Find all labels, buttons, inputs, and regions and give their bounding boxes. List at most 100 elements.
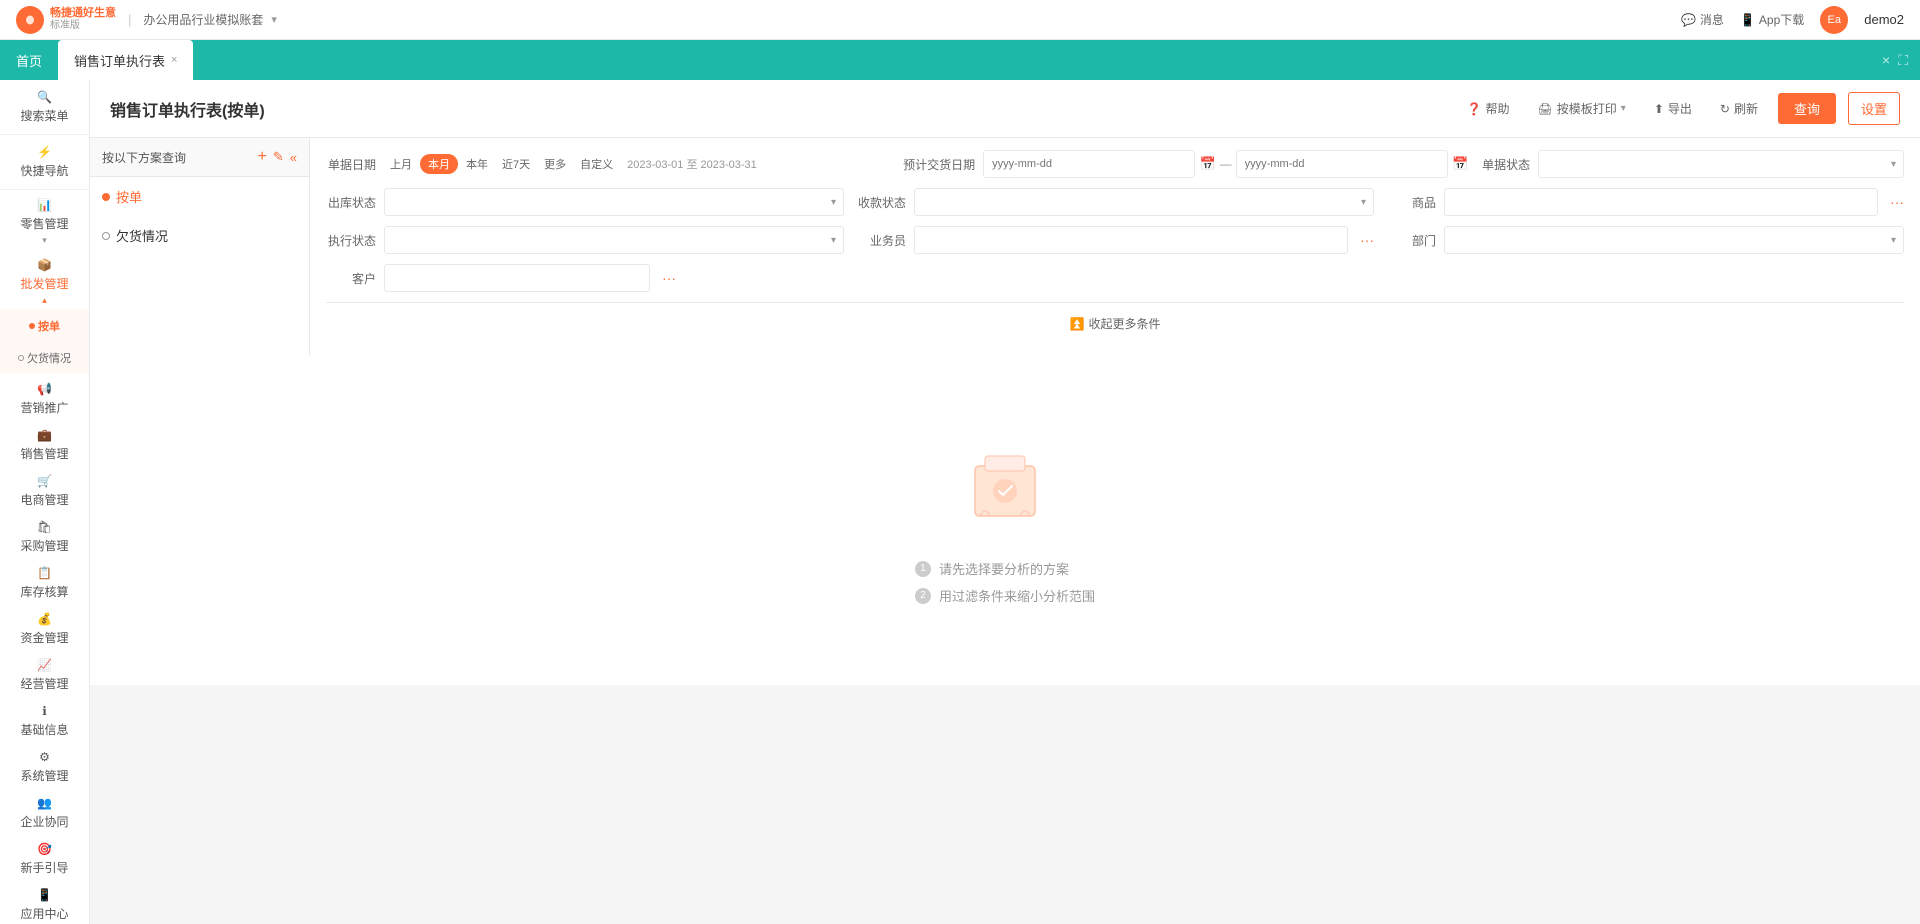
- date-range-separator: —: [1220, 157, 1232, 171]
- retail-icon: 📊: [37, 198, 52, 212]
- logo-icon: [16, 6, 44, 34]
- expected-date-range: 📅 — 📅: [983, 150, 1468, 178]
- collapse-left-button[interactable]: «: [290, 150, 297, 165]
- collapse-more-button[interactable]: ⏫ 收起更多条件: [1058, 311, 1173, 336]
- sidebar-item-wholesale[interactable]: 📦 批发管理 ▴: [0, 250, 89, 310]
- filter-collection-status-field: 收款状态: [856, 188, 1374, 216]
- empty-hint-2: 2 用过滤条件来缩小分析范围: [915, 586, 1095, 605]
- filter-salesperson-field: 业务员 ···: [856, 226, 1374, 254]
- exec-status-wrapper: [384, 226, 844, 254]
- retail-expand-icon: ▾: [42, 235, 47, 246]
- date-range: 上月 本月 本年 近7天 更多 自定义 2023-03-01 至 2023-03…: [384, 154, 891, 174]
- filter-scheme-byorder[interactable]: 按单: [90, 177, 309, 216]
- status-label: 单据状态: [1480, 156, 1530, 173]
- delivery-status-select[interactable]: [384, 188, 844, 216]
- exec-status-select[interactable]: [384, 226, 844, 254]
- help-button[interactable]: ❓ 帮助: [1459, 96, 1518, 121]
- app-download-action[interactable]: 📱 App下载: [1740, 11, 1804, 28]
- nav-tab-actions: × ⛶: [1870, 52, 1920, 69]
- message-icon: 💬: [1681, 13, 1696, 27]
- sidebar-item-system[interactable]: ⚙ 系统管理: [0, 742, 89, 788]
- appcenter-icon: 📱: [37, 888, 52, 902]
- filter-row-2: 出库状态 收款状态: [326, 188, 1904, 216]
- empty-hint-1: 1 请先选择要分析的方案: [915, 559, 1095, 578]
- date-tab-this-year[interactable]: 本年: [460, 154, 494, 174]
- guide-icon: 🎯: [37, 842, 52, 856]
- date-tab-more[interactable]: 更多: [538, 154, 572, 174]
- goods-more-button[interactable]: ···: [1890, 194, 1904, 210]
- industry-breadcrumb[interactable]: 办公用品行业模拟账套: [143, 11, 263, 28]
- date-tab-this-month[interactable]: 本月: [420, 154, 458, 174]
- message-action[interactable]: 💬 消息: [1681, 11, 1724, 28]
- sidebar-item-sales[interactable]: 💼 销售管理: [0, 420, 89, 466]
- filter-scheme-shortage[interactable]: 欠货情况: [90, 216, 309, 255]
- expected-date-start[interactable]: [983, 150, 1195, 178]
- sidebar-quick-nav[interactable]: ⚡ 快捷导航: [0, 135, 89, 190]
- salesperson-more-button[interactable]: ···: [1360, 232, 1374, 248]
- empty-state: 1 请先选择要分析的方案 2 用过滤条件来缩小分析范围: [90, 356, 1920, 685]
- maximize-icon[interactable]: ⛶: [1898, 52, 1908, 69]
- filter-left-icons: + ✎ «: [258, 148, 297, 166]
- breadcrumb-separator: |: [128, 12, 131, 27]
- username[interactable]: demo2: [1864, 12, 1904, 27]
- department-select[interactable]: [1444, 226, 1904, 254]
- sidebar-item-guide[interactable]: 🎯 新手引导: [0, 834, 89, 880]
- sidebar-sub-by-order[interactable]: 按单: [0, 310, 89, 342]
- customer-more-button[interactable]: ···: [662, 270, 676, 286]
- salesperson-label: 业务员: [856, 232, 906, 249]
- date-range-display: 2023-03-01 至 2023-03-31: [627, 156, 757, 172]
- sidebar-item-retail[interactable]: 📊 零售管理 ▾: [0, 190, 89, 250]
- avatar[interactable]: Ea: [1820, 6, 1848, 34]
- salesperson-input[interactable]: [914, 226, 1348, 254]
- department-wrapper: [1444, 226, 1904, 254]
- refresh-icon: ↻: [1720, 102, 1730, 116]
- sidebar-search[interactable]: 🔍 搜索菜单: [0, 80, 89, 135]
- sidebar-item-marketing[interactable]: 📢 营销推广: [0, 374, 89, 420]
- calendar-start-icon[interactable]: 📅: [1199, 156, 1215, 172]
- print-template-button[interactable]: 🖨 按模板打印 ▾: [1530, 96, 1634, 121]
- close-tab-button[interactable]: ×: [171, 54, 177, 66]
- home-tab[interactable]: 首页: [0, 40, 58, 80]
- header-right: 💬 消息 📱 App下载 Ea demo2: [1681, 6, 1904, 34]
- filter-row-1: 单据日期 上月 本月 本年 近7天 更多 自定义 20: [326, 150, 1904, 178]
- export-button[interactable]: ⬆ 导出: [1646, 96, 1700, 121]
- sidebar-item-ecommerce[interactable]: 🛒 电商管理: [0, 466, 89, 512]
- expected-date-end[interactable]: [1236, 150, 1448, 178]
- minimize-icon[interactable]: ×: [1882, 52, 1890, 68]
- sidebar-item-collab[interactable]: 👥 企业协同: [0, 788, 89, 834]
- exec-status-label: 执行状态: [326, 232, 376, 249]
- sidebar-sub-shortage[interactable]: 欠货情况: [0, 342, 89, 374]
- settings-button[interactable]: 设置: [1848, 92, 1900, 125]
- sales-order-tab[interactable]: 销售订单执行表 ×: [58, 40, 193, 80]
- sidebar-item-inventory[interactable]: 📋 库存核算: [0, 558, 89, 604]
- header-left: 畅捷通好生意 标准版 | 办公用品行业模拟账套 ▾: [16, 6, 277, 34]
- sidebar-item-operations[interactable]: 📈 经营管理: [0, 650, 89, 696]
- sidebar-item-finance[interactable]: 💰 资金管理: [0, 604, 89, 650]
- query-button[interactable]: 查询: [1778, 93, 1836, 124]
- date-tab-custom[interactable]: 自定义: [574, 154, 619, 174]
- customer-input[interactable]: [384, 264, 650, 292]
- add-scheme-button[interactable]: +: [258, 148, 267, 166]
- ecommerce-icon: 🛒: [37, 474, 52, 488]
- logo-area[interactable]: 畅捷通好生意 标准版: [16, 6, 116, 34]
- wholesale-sub-menu: 按单 欠货情况: [0, 310, 89, 374]
- page-actions: ❓ 帮助 🖨 按模板打印 ▾ ⬆ 导出 ↻ 刷新: [1459, 92, 1900, 125]
- collection-status-select[interactable]: [914, 188, 1374, 216]
- goods-input[interactable]: [1444, 188, 1878, 216]
- calendar-end-icon[interactable]: 📅: [1452, 156, 1468, 172]
- sidebar-item-purchase[interactable]: 🛍 采购管理: [0, 512, 89, 558]
- status-select[interactable]: [1538, 150, 1904, 178]
- filter-scheme-label: 按以下方案查询: [102, 149, 186, 166]
- collab-icon: 👥: [37, 796, 52, 810]
- sidebar-item-appcenter[interactable]: 📱 应用中心: [0, 880, 89, 924]
- system-icon: ⚙: [39, 750, 50, 764]
- refresh-button[interactable]: ↻ 刷新: [1712, 96, 1766, 121]
- edit-scheme-button[interactable]: ✎: [273, 149, 284, 165]
- industry-dropdown-icon[interactable]: ▾: [271, 13, 277, 26]
- status-select-wrapper: [1538, 150, 1904, 178]
- sidebar-item-basics[interactable]: ℹ 基础信息: [0, 696, 89, 742]
- date-tab-7days[interactable]: 近7天: [496, 154, 536, 174]
- empty-icon: [955, 436, 1055, 539]
- date-tabs: 上月 本月 本年 近7天 更多 自定义: [384, 154, 619, 174]
- date-tab-last-month[interactable]: 上月: [384, 154, 418, 174]
